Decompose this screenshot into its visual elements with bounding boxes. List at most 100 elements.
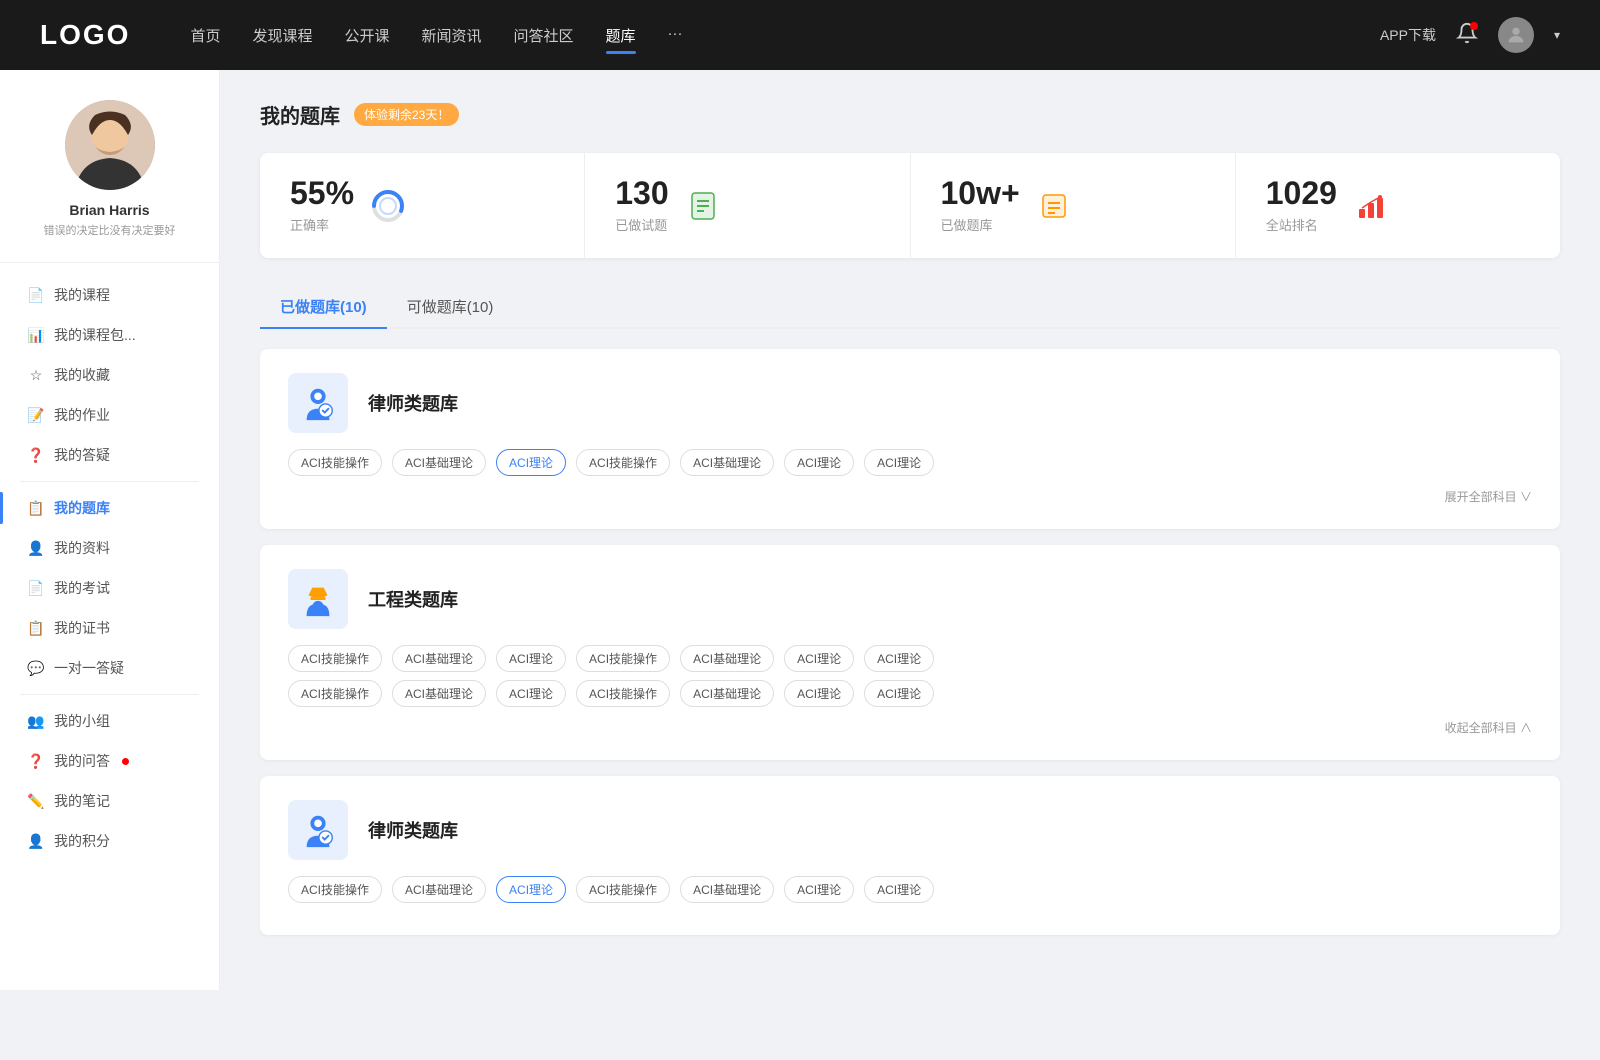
sidebar-item-8[interactable]: 📋我的证书 bbox=[0, 608, 219, 648]
sidebar-item-10[interactable]: 👥我的小组 bbox=[0, 701, 219, 741]
tag-0-3[interactable]: ACI技能操作 bbox=[576, 449, 670, 476]
sidebar: Brian Harris 错误的决定比没有决定要好 📄我的课程📊我的课程包...… bbox=[0, 70, 220, 990]
tag-0-6[interactable]: ACI理论 bbox=[864, 449, 934, 476]
sidebar-item-5[interactable]: 📋我的题库 bbox=[0, 488, 219, 528]
nav-links: 首页 发现课程 公开课 新闻资讯 问答社区 题库 ··· bbox=[190, 21, 1340, 50]
sidebar-label-9: 一对一答疑 bbox=[54, 658, 124, 678]
tag-1-2[interactable]: ACI理论 bbox=[496, 645, 566, 672]
sidebar-item-6[interactable]: 👤我的资料 bbox=[0, 528, 219, 568]
sidebar-item-4[interactable]: ❓ 我的答疑 bbox=[0, 435, 219, 475]
tag-1-3[interactable]: ACI技能操作 bbox=[576, 645, 670, 672]
sidebar-divider bbox=[20, 694, 199, 695]
tag-2-3[interactable]: ACI技能操作 bbox=[576, 876, 670, 903]
tabs-row: 已做题库(10)可做题库(10) bbox=[260, 286, 1560, 329]
nav-avatar[interactable] bbox=[1498, 17, 1534, 53]
stat-ranking-icon bbox=[1351, 186, 1391, 226]
tag-0-1[interactable]: ACI基础理论 bbox=[392, 449, 486, 476]
tag-1-6[interactable]: ACI理论 bbox=[864, 645, 934, 672]
stats-row: 55% 正确率 130 已做试题 bbox=[260, 153, 1560, 258]
sidebar-item-12[interactable]: ✏️我的笔记 bbox=[0, 781, 219, 821]
profile-motto: 错误的决定比没有决定要好 bbox=[44, 222, 176, 238]
sidebar-item-0[interactable]: 📄我的课程 bbox=[0, 275, 219, 315]
sidebar-label-4: 我的答疑 bbox=[54, 445, 110, 465]
tag2-1-3[interactable]: ACI技能操作 bbox=[576, 680, 670, 707]
tags-row-0: ACI技能操作 ACI基础理论 ACI理论 ACI技能操作 ACI基础理论 ACI理论 AC… bbox=[288, 449, 1532, 476]
sidebar-item-3[interactable]: 📝 我的作业 bbox=[0, 395, 219, 435]
tag-1-0[interactable]: ACI技能操作 bbox=[288, 645, 382, 672]
tag2-1-0[interactable]: ACI技能操作 bbox=[288, 680, 382, 707]
sidebar-item-2[interactable]: ☆我的收藏 bbox=[0, 355, 219, 395]
nav-app-download[interactable]: APP下载 bbox=[1380, 25, 1436, 45]
stat-accuracy: 55% 正确率 bbox=[260, 153, 585, 258]
tag2-1-2[interactable]: ACI理论 bbox=[496, 680, 566, 707]
stat-accuracy-label: 正确率 bbox=[290, 215, 354, 234]
stat-done-questions-label: 已做试题 bbox=[615, 215, 668, 234]
menu-icon-3: 📝 bbox=[28, 407, 44, 423]
tag-0-0[interactable]: ACI技能操作 bbox=[288, 449, 382, 476]
avatar bbox=[65, 100, 155, 190]
nav-logo[interactable]: LOGO bbox=[40, 19, 130, 51]
nav-link-发现课程[interactable]: 发现课程 bbox=[252, 21, 312, 50]
stat-done-banks-label: 已做题库 bbox=[941, 215, 1020, 234]
qbank-header-2: 律师类题库 bbox=[288, 800, 1532, 860]
tag-0-5[interactable]: ACI理论 bbox=[784, 449, 854, 476]
profile-name: Brian Harris bbox=[69, 202, 149, 218]
tab-0[interactable]: 已做题库(10) bbox=[260, 286, 387, 329]
tag-2-5[interactable]: ACI理论 bbox=[784, 876, 854, 903]
tag2-1-5[interactable]: ACI理论 bbox=[784, 680, 854, 707]
tag-2-1[interactable]: ACI基础理论 bbox=[392, 876, 486, 903]
tag-0-2[interactable]: ACI理论 bbox=[496, 449, 566, 476]
qbank-card-0: 律师类题库 ACI技能操作ACI基础理论ACI理论ACI技能操作ACI基础理论A… bbox=[260, 349, 1560, 529]
nav-link-题库[interactable]: 题库 bbox=[606, 21, 636, 50]
tag-1-1[interactable]: ACI基础理论 bbox=[392, 645, 486, 672]
nav-link-问答社区[interactable]: 问答社区 bbox=[514, 21, 574, 50]
sidebar-label-13: 我的积分 bbox=[54, 831, 110, 851]
tag-0-4[interactable]: ACI基础理论 bbox=[680, 449, 774, 476]
sidebar-item-1[interactable]: 📊我的课程包... bbox=[0, 315, 219, 355]
stat-done-questions-value: 130 bbox=[615, 177, 668, 209]
sidebar-item-11[interactable]: ❓我的问答 bbox=[0, 741, 219, 781]
qbank-title-0: 律师类题库 bbox=[368, 390, 458, 416]
nav-link-新闻资讯[interactable]: 新闻资讯 bbox=[422, 21, 482, 50]
sidebar-label-1: 我的课程包... bbox=[54, 325, 136, 345]
tag-2-4[interactable]: ACI基础理论 bbox=[680, 876, 774, 903]
nav-link-首页[interactable]: 首页 bbox=[190, 21, 220, 50]
tag2-1-6[interactable]: ACI理论 bbox=[864, 680, 934, 707]
sidebar-item-13[interactable]: 👤 我的积分 bbox=[0, 821, 219, 861]
tag-2-6[interactable]: ACI理论 bbox=[864, 876, 934, 903]
expand-link-1[interactable]: 收起全部科目 ∧ bbox=[288, 715, 1532, 736]
sidebar-label-10: 我的小组 bbox=[54, 711, 110, 731]
notification-dot-11 bbox=[122, 758, 129, 765]
menu-icon-8: 📋 bbox=[28, 620, 44, 636]
sidebar-label-6: 我的资料 bbox=[54, 538, 110, 558]
stat-done-questions: 130 已做试题 bbox=[585, 153, 910, 258]
stat-ranking: 1029 全站排名 bbox=[1236, 153, 1560, 258]
menu-icon-4: ❓ bbox=[28, 447, 44, 463]
qbank-card-2: 律师类题库 ACI技能操作 ACI基础理论 ACI理论 ACI技能操作 ACI基础理论 A… bbox=[260, 776, 1560, 935]
menu-icon-13: 👤 bbox=[28, 833, 44, 849]
stat-done-banks: 10w+ 已做题库 bbox=[911, 153, 1236, 258]
nav-link-公开课[interactable]: 公开课 bbox=[344, 21, 389, 50]
page-title: 我的题库 bbox=[260, 100, 340, 129]
sidebar-item-9[interactable]: 💬一对一答疑 bbox=[0, 648, 219, 688]
tag2-1-4[interactable]: ACI基础理论 bbox=[680, 680, 774, 707]
tab-1[interactable]: 可做题库(10) bbox=[387, 286, 514, 329]
menu-icon-2: ☆ bbox=[28, 367, 44, 383]
expand-link-0[interactable]: 展开全部科目 ∨ bbox=[288, 484, 1532, 505]
nav-link-···[interactable]: ··· bbox=[668, 21, 683, 50]
qbank-icon-2 bbox=[288, 800, 348, 860]
sidebar-label-11: 我的问答 bbox=[54, 751, 110, 771]
nav-bell-notification-dot bbox=[1470, 22, 1478, 30]
tag2-1-1[interactable]: ACI基础理论 bbox=[392, 680, 486, 707]
tag-2-0[interactable]: ACI技能操作 bbox=[288, 876, 382, 903]
qbank-header-0: 律师类题库 bbox=[288, 373, 1532, 433]
tag-1-5[interactable]: ACI理论 bbox=[784, 645, 854, 672]
tag-2-2[interactable]: ACI理论 bbox=[496, 876, 566, 903]
tag-1-4[interactable]: ACI基础理论 bbox=[680, 645, 774, 672]
sidebar-item-7[interactable]: 📄我的考试 bbox=[0, 568, 219, 608]
main-content: 我的题库 体验剩余23天！ 55% 正确率 bbox=[220, 70, 1600, 990]
nav-bell[interactable] bbox=[1456, 22, 1478, 49]
sidebar-label-7: 我的考试 bbox=[54, 578, 110, 598]
sidebar-label-3: 我的作业 bbox=[54, 405, 110, 425]
nav-chevron-icon[interactable]: ▾ bbox=[1554, 28, 1560, 42]
